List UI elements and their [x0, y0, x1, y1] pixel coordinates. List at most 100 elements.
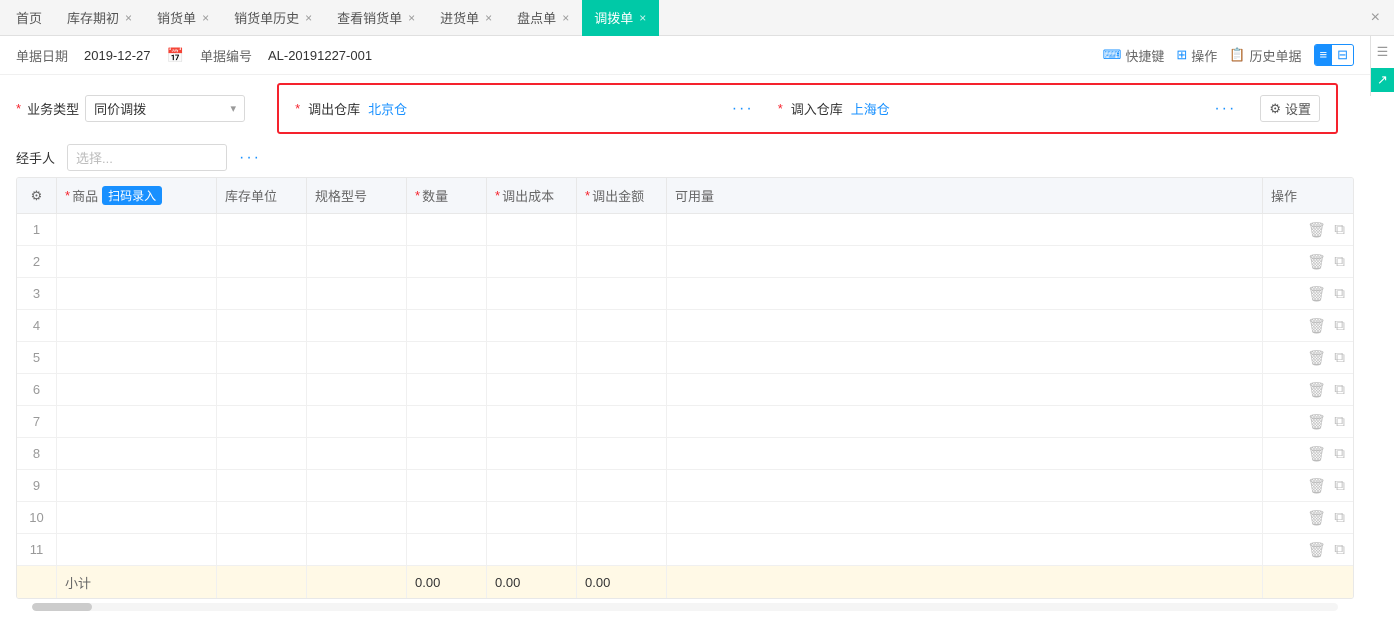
row-qty-7[interactable]	[407, 406, 487, 437]
row-unit-10[interactable]	[217, 502, 307, 533]
row-amount-11[interactable]	[577, 534, 667, 565]
delete-icon-2[interactable]: 🗑	[1307, 253, 1326, 271]
row-unit-11[interactable]	[217, 534, 307, 565]
row-cost-10[interactable]	[487, 502, 577, 533]
tab-close-5[interactable]: ×	[485, 11, 492, 25]
row-cost-9[interactable]	[487, 470, 577, 501]
row-amount-10[interactable]	[577, 502, 667, 533]
row-spec-5[interactable]	[307, 342, 407, 373]
row-spec-8[interactable]	[307, 438, 407, 469]
row-spec-11[interactable]	[307, 534, 407, 565]
row-spec-2[interactable]	[307, 246, 407, 277]
scrollbar-thumb[interactable]	[32, 603, 92, 611]
warehouse-in-more[interactable]: ···	[1214, 100, 1236, 118]
history-btn[interactable]: 📋 历史单据	[1229, 46, 1301, 65]
list-view-btn[interactable]: ≡	[1315, 45, 1333, 65]
row-amount-5[interactable]	[577, 342, 667, 373]
settings-button[interactable]: ⚙ 设置	[1260, 95, 1320, 122]
row-qty-4[interactable]	[407, 310, 487, 341]
row-cost-1[interactable]	[487, 214, 577, 245]
tab-view-sales[interactable]: 查看销货单 ×	[325, 0, 428, 36]
delete-icon-3[interactable]: 🗑	[1307, 285, 1326, 303]
row-product-6[interactable]	[57, 374, 217, 405]
row-product-1[interactable]	[57, 214, 217, 245]
row-spec-6[interactable]	[307, 374, 407, 405]
row-cost-8[interactable]	[487, 438, 577, 469]
row-cost-6[interactable]	[487, 374, 577, 405]
row-spec-3[interactable]	[307, 278, 407, 309]
scan-button[interactable]: 扫码录入	[102, 186, 162, 205]
row-product-3[interactable]	[57, 278, 217, 309]
row-spec-7[interactable]	[307, 406, 407, 437]
row-qty-6[interactable]	[407, 374, 487, 405]
tab-home[interactable]: 首页	[4, 0, 55, 36]
tab-sales-history[interactable]: 销货单历史 ×	[222, 0, 325, 36]
row-product-8[interactable]	[57, 438, 217, 469]
row-amount-6[interactable]	[577, 374, 667, 405]
row-amount-2[interactable]	[577, 246, 667, 277]
delete-icon-4[interactable]: 🗑	[1307, 317, 1326, 335]
shortcuts-btn[interactable]: ⌨ 快捷键	[1103, 46, 1165, 65]
tab-close-3[interactable]: ×	[305, 11, 312, 25]
row-amount-8[interactable]	[577, 438, 667, 469]
sidebar-expand-icon[interactable]: ↗	[1371, 68, 1394, 92]
row-product-4[interactable]	[57, 310, 217, 341]
delete-icon-9[interactable]: 🗑	[1307, 477, 1326, 495]
window-close-button[interactable]: ×	[1361, 9, 1390, 27]
row-qty-3[interactable]	[407, 278, 487, 309]
row-amount-3[interactable]	[577, 278, 667, 309]
sidebar-list-icon[interactable]: ☰	[1371, 40, 1394, 64]
scrollbar-container[interactable]	[0, 599, 1370, 615]
row-product-9[interactable]	[57, 470, 217, 501]
tab-close-7[interactable]: ×	[639, 11, 646, 25]
row-product-2[interactable]	[57, 246, 217, 277]
delete-icon-6[interactable]: 🗑	[1307, 381, 1326, 399]
row-spec-4[interactable]	[307, 310, 407, 341]
tab-close-4[interactable]: ×	[408, 11, 415, 25]
row-product-5[interactable]	[57, 342, 217, 373]
row-unit-5[interactable]	[217, 342, 307, 373]
tab-close-2[interactable]: ×	[202, 11, 209, 25]
row-cost-4[interactable]	[487, 310, 577, 341]
row-product-10[interactable]	[57, 502, 217, 533]
delete-icon-1[interactable]: 🗑	[1307, 221, 1326, 239]
delete-icon-7[interactable]: 🗑	[1307, 413, 1326, 431]
tab-inventory-init[interactable]: 库存期初 ×	[55, 0, 145, 36]
copy-icon-8[interactable]: ⧉	[1334, 445, 1345, 462]
row-cost-7[interactable]	[487, 406, 577, 437]
row-unit-1[interactable]	[217, 214, 307, 245]
row-unit-6[interactable]	[217, 374, 307, 405]
detail-view-btn[interactable]: ⊟	[1332, 45, 1353, 65]
tab-close-6[interactable]: ×	[562, 11, 569, 25]
row-cost-11[interactable]	[487, 534, 577, 565]
delete-icon-8[interactable]: 🗑	[1307, 445, 1326, 463]
tab-sales-order[interactable]: 销货单 ×	[145, 0, 222, 36]
row-unit-9[interactable]	[217, 470, 307, 501]
copy-icon-1[interactable]: ⧉	[1334, 221, 1345, 238]
tab-close-1[interactable]: ×	[125, 11, 132, 25]
row-amount-4[interactable]	[577, 310, 667, 341]
copy-icon-4[interactable]: ⧉	[1334, 317, 1345, 334]
row-amount-7[interactable]	[577, 406, 667, 437]
row-qty-8[interactable]	[407, 438, 487, 469]
row-cost-2[interactable]	[487, 246, 577, 277]
row-qty-5[interactable]	[407, 342, 487, 373]
person-select[interactable]: 选择...	[67, 144, 227, 171]
row-amount-9[interactable]	[577, 470, 667, 501]
row-spec-10[interactable]	[307, 502, 407, 533]
delete-icon-5[interactable]: 🗑	[1307, 349, 1326, 367]
row-spec-1[interactable]	[307, 214, 407, 245]
horizontal-scrollbar[interactable]	[32, 603, 1338, 611]
warehouse-out-more[interactable]: ···	[732, 100, 754, 118]
row-amount-1[interactable]	[577, 214, 667, 245]
copy-icon-10[interactable]: ⧉	[1334, 509, 1345, 526]
row-cost-5[interactable]	[487, 342, 577, 373]
copy-icon-6[interactable]: ⧉	[1334, 381, 1345, 398]
row-unit-2[interactable]	[217, 246, 307, 277]
row-qty-1[interactable]	[407, 214, 487, 245]
copy-icon-7[interactable]: ⧉	[1334, 413, 1345, 430]
row-unit-4[interactable]	[217, 310, 307, 341]
row-cost-3[interactable]	[487, 278, 577, 309]
tab-purchase[interactable]: 进货单 ×	[428, 0, 505, 36]
calendar-icon[interactable]: 📅	[167, 47, 184, 64]
